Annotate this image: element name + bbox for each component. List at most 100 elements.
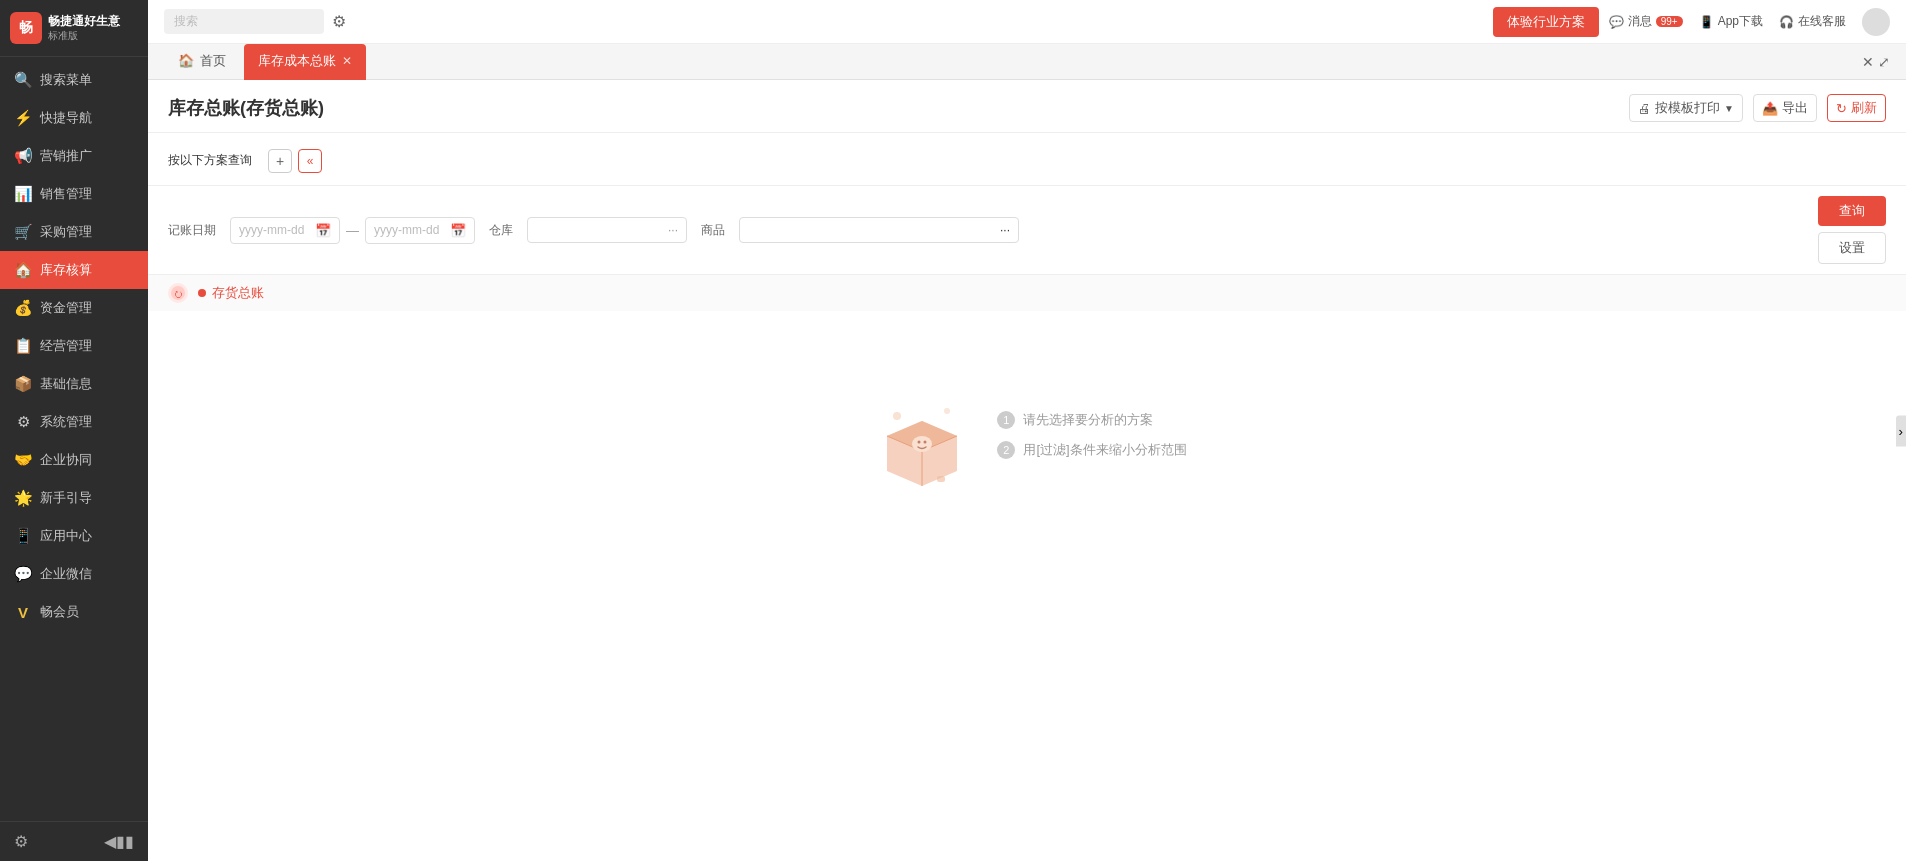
date-start-input[interactable]: yyyy-mm-dd 📅 — [230, 217, 340, 244]
online-service-button[interactable]: 🎧 在线客服 — [1779, 13, 1846, 30]
sidebar-item-sales[interactable]: 📊 销售管理 — [0, 175, 148, 213]
warehouse-more-icon: ··· — [668, 223, 678, 237]
tip-item-1: 1 请先选择要分析的方案 — [997, 411, 1186, 429]
svg-point-12 — [924, 441, 927, 444]
warehouse-select[interactable]: ··· — [527, 217, 687, 243]
purchase-icon: 🛒 — [14, 223, 32, 241]
user-avatar[interactable] — [1862, 8, 1890, 36]
vip-icon: V — [14, 604, 32, 621]
system-icon: ⚙ — [14, 413, 32, 431]
svg-point-8 — [944, 408, 950, 414]
sidebar-item-system[interactable]: ⚙ 系统管理 — [0, 403, 148, 441]
search-placeholder-text: 搜索 — [174, 13, 198, 30]
headset-icon: 🎧 — [1779, 15, 1794, 29]
empty-illustration — [867, 391, 967, 491]
header-search-box[interactable]: 搜索 — [164, 9, 324, 34]
basic-icon: 📦 — [14, 375, 32, 393]
header-settings-icon[interactable]: ⚙ — [332, 12, 346, 31]
goods-more-icon: ··· — [1000, 223, 1010, 237]
top-header: 搜索 ⚙ 体验行业方案 💬 消息 99+ 📱 App下载 🎧 在线客服 — [148, 0, 1906, 44]
date-end-placeholder: yyyy-mm-dd — [374, 223, 439, 237]
logo-main: 畅捷通好生意 — [48, 14, 120, 30]
tab-inventory-ledger[interactable]: 库存成本总账 ✕ — [244, 44, 366, 80]
tip-item-2: 2 用[过滤]条件来缩小分析范围 — [997, 441, 1186, 459]
tab-close-icon[interactable]: ✕ — [342, 54, 352, 68]
print-chevron-icon: ▼ — [1724, 103, 1734, 114]
online-service-label: 在线客服 — [1798, 13, 1846, 30]
right-panel-close-button[interactable]: › — [1896, 415, 1906, 446]
sidebar-item-marketing[interactable]: 📢 营销推广 — [0, 137, 148, 175]
tab-area-expand-icon[interactable]: ⤢ — [1878, 54, 1890, 70]
sidebar-item-weixin-label: 企业微信 — [40, 565, 92, 583]
query-button[interactable]: 查询 — [1818, 196, 1886, 226]
weixin-icon: 💬 — [14, 565, 32, 583]
marketing-icon: 📢 — [14, 147, 32, 165]
export-label: 导出 — [1782, 99, 1808, 117]
sidebar-item-guide[interactable]: 🌟 新手引导 — [0, 479, 148, 517]
scheme-dot — [198, 289, 206, 297]
sidebar-item-operation[interactable]: 📋 经营管理 — [0, 327, 148, 365]
tip-text-2: 用[过滤]条件来缩小分析范围 — [1023, 441, 1186, 459]
filter-add-button[interactable]: + — [268, 149, 292, 173]
sidebar-item-weixin[interactable]: 💬 企业微信 — [0, 555, 148, 593]
sidebar-item-inventory-label: 库存核算 — [40, 261, 92, 279]
date-start-placeholder: yyyy-mm-dd — [239, 223, 304, 237]
messages-button[interactable]: 💬 消息 99+ — [1609, 13, 1683, 30]
messages-badge: 99+ — [1656, 16, 1683, 27]
scheme-item-label: 存货总账 — [212, 284, 264, 302]
sidebar-nav: 🔍 搜索菜单 ⚡ 快捷导航 📢 营销推广 📊 销售管理 🛒 采购管理 🏠 库存核… — [0, 57, 148, 821]
sidebar-item-purchase[interactable]: 🛒 采购管理 — [0, 213, 148, 251]
messages-label: 消息 — [1628, 13, 1652, 30]
logo-icon: 畅 — [10, 12, 42, 44]
export-button[interactable]: 📤 导出 — [1753, 94, 1817, 122]
footer-audio-icon[interactable]: ◀▮▮ — [104, 832, 134, 851]
sidebar-item-apps-label: 应用中心 — [40, 527, 92, 545]
app-download-button[interactable]: 📱 App下载 — [1699, 13, 1763, 30]
sidebar-item-basic[interactable]: 📦 基础信息 — [0, 365, 148, 403]
sidebar-item-enterprise-label: 企业协同 — [40, 451, 92, 469]
sidebar-item-apps[interactable]: 📱 应用中心 — [0, 517, 148, 555]
refresh-icon: ↻ — [1836, 101, 1847, 116]
print-template-button[interactable]: 🖨 按模板打印 ▼ — [1629, 94, 1743, 122]
industry-solution-button[interactable]: 体验行业方案 — [1493, 7, 1599, 37]
sidebar-item-shortcut-label: 快捷导航 — [40, 109, 92, 127]
header-right: 💬 消息 99+ 📱 App下载 🎧 在线客服 — [1609, 8, 1890, 36]
svg-text:⭮: ⭮ — [174, 289, 183, 299]
svg-rect-9 — [937, 476, 945, 482]
filter-settings-button[interactable]: 设置 — [1818, 232, 1886, 264]
empty-tips: 1 请先选择要分析的方案 2 用[过滤]条件来缩小分析范围 — [997, 411, 1186, 471]
scheme-item[interactable]: 存货总账 — [198, 284, 264, 302]
logo-text: 畅捷通好生意 标准版 — [48, 14, 120, 43]
filter-section: 按以下方案查询 + « — [148, 133, 1906, 186]
right-panel-controls: › — [1896, 415, 1906, 446]
empty-content: 1 请先选择要分析的方案 2 用[过滤]条件来缩小分析范围 — [867, 391, 1186, 491]
phone-icon: 📱 — [1699, 15, 1714, 29]
sidebar-item-finance[interactable]: 💰 资金管理 — [0, 289, 148, 327]
sidebar-item-basic-label: 基础信息 — [40, 375, 92, 393]
sales-icon: 📊 — [14, 185, 32, 203]
refresh-button[interactable]: ↻ 刷新 — [1827, 94, 1886, 122]
goods-select[interactable]: ··· — [739, 217, 1019, 243]
filter-collapse-button[interactable]: « — [298, 149, 322, 173]
page-title: 库存总账(存货总账) — [168, 96, 324, 120]
tip-num-2: 2 — [997, 441, 1015, 459]
sidebar-item-system-label: 系统管理 — [40, 413, 92, 431]
scheme-badge: ⭮ — [168, 283, 188, 303]
enterprise-icon: 🤝 — [14, 451, 32, 469]
sidebar-item-shortcut[interactable]: ⚡ 快捷导航 — [0, 99, 148, 137]
empty-box-svg — [867, 391, 977, 501]
scheme-icon: ⭮ — [171, 286, 185, 300]
sidebar-item-inventory[interactable]: 🏠 库存核算 — [0, 251, 148, 289]
footer-settings-icon[interactable]: ⚙ — [14, 832, 28, 851]
tab-home[interactable]: 🏠 首页 — [164, 44, 240, 80]
refresh-label: 刷新 — [1851, 99, 1877, 117]
sidebar-item-search[interactable]: 🔍 搜索菜单 — [0, 61, 148, 99]
inventory-icon: 🏠 — [14, 261, 32, 279]
sidebar-item-vip[interactable]: V 畅会员 — [0, 593, 148, 631]
logo-sub: 标准版 — [48, 29, 120, 42]
sidebar: 畅 畅捷通好生意 标准版 🔍 搜索菜单 ⚡ 快捷导航 📢 营销推广 📊 销售管理… — [0, 0, 148, 861]
sidebar-footer: ⚙ ◀▮▮ — [0, 821, 148, 861]
tab-area-close-icon[interactable]: ✕ — [1862, 54, 1874, 70]
date-end-input[interactable]: yyyy-mm-dd 📅 — [365, 217, 475, 244]
sidebar-item-enterprise[interactable]: 🤝 企业协同 — [0, 441, 148, 479]
